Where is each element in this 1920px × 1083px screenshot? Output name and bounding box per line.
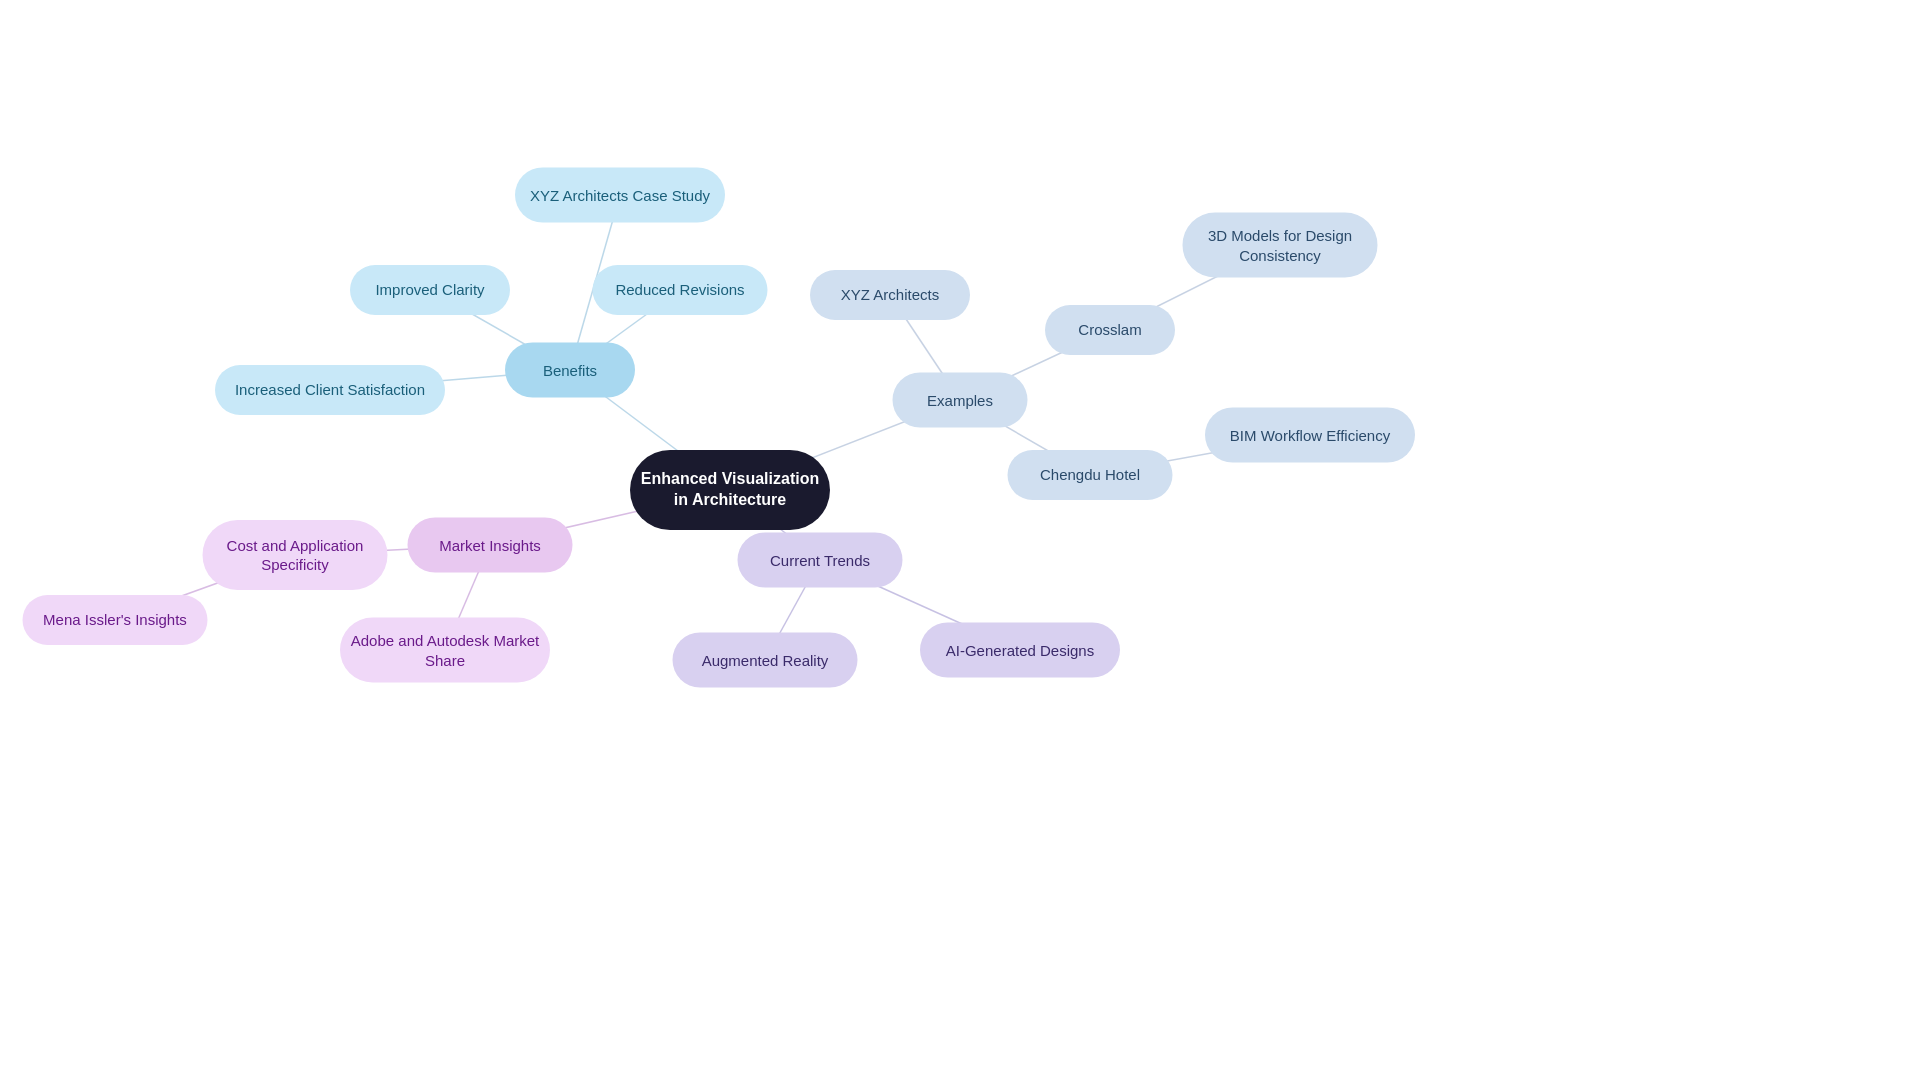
node-central[interactable]: Enhanced Visualization in Architecture xyxy=(630,450,830,530)
node-3d-models[interactable]: 3D Models for Design Consistency xyxy=(1183,213,1378,278)
node-current-trends[interactable]: Current Trends xyxy=(738,533,903,588)
label-improved-clarity: Improved Clarity xyxy=(371,280,488,300)
label-cost-specificity: Cost and Application Specificity xyxy=(203,536,388,575)
label-chengdu-hotel: Chengdu Hotel xyxy=(1036,465,1144,485)
label-crosslam: Crosslam xyxy=(1074,320,1145,340)
node-increased-satisfaction[interactable]: Increased Client Satisfaction xyxy=(215,365,445,415)
mind-map: Enhanced Visualization in Architecture Be… xyxy=(0,0,1920,1083)
label-bim-workflow: BIM Workflow Efficiency xyxy=(1226,425,1394,445)
label-augmented-reality: Augmented Reality xyxy=(698,650,833,670)
label-3d-models: 3D Models for Design Consistency xyxy=(1183,226,1378,265)
node-reduced-revisions[interactable]: Reduced Revisions xyxy=(593,265,768,315)
node-bim-workflow[interactable]: BIM Workflow Efficiency xyxy=(1205,408,1415,463)
node-ai-designs[interactable]: AI-Generated Designs xyxy=(920,623,1120,678)
label-market-insights: Market Insights xyxy=(435,535,545,555)
node-xyz-architects[interactable]: XYZ Architects xyxy=(810,270,970,320)
label-adobe-autodesk: Adobe and Autodesk Market Share xyxy=(340,631,550,670)
node-examples[interactable]: Examples xyxy=(893,373,1028,428)
label-examples: Examples xyxy=(923,390,997,410)
node-market-insights[interactable]: Market Insights xyxy=(408,518,573,573)
node-augmented-reality[interactable]: Augmented Reality xyxy=(673,633,858,688)
label-increased-satisfaction: Increased Client Satisfaction xyxy=(231,380,429,400)
node-improved-clarity[interactable]: Improved Clarity xyxy=(350,265,510,315)
node-mena-issler[interactable]: Mena Issler's Insights xyxy=(23,595,208,645)
node-chengdu-hotel[interactable]: Chengdu Hotel xyxy=(1008,450,1173,500)
label-ai-designs: AI-Generated Designs xyxy=(942,640,1098,660)
label-reduced-revisions: Reduced Revisions xyxy=(611,280,748,300)
node-crosslam[interactable]: Crosslam xyxy=(1045,305,1175,355)
node-cost-specificity[interactable]: Cost and Application Specificity xyxy=(203,520,388,590)
label-xyz-case-study: XYZ Architects Case Study xyxy=(526,185,714,205)
node-adobe-autodesk[interactable]: Adobe and Autodesk Market Share xyxy=(340,618,550,683)
central-label: Enhanced Visualization in Architecture xyxy=(630,469,830,511)
label-mena-issler: Mena Issler's Insights xyxy=(39,610,191,630)
node-xyz-case-study[interactable]: XYZ Architects Case Study xyxy=(515,168,725,223)
label-xyz-architects: XYZ Architects xyxy=(837,285,943,305)
label-benefits: Benefits xyxy=(539,360,601,380)
node-benefits[interactable]: Benefits xyxy=(505,343,635,398)
label-current-trends: Current Trends xyxy=(766,550,874,570)
